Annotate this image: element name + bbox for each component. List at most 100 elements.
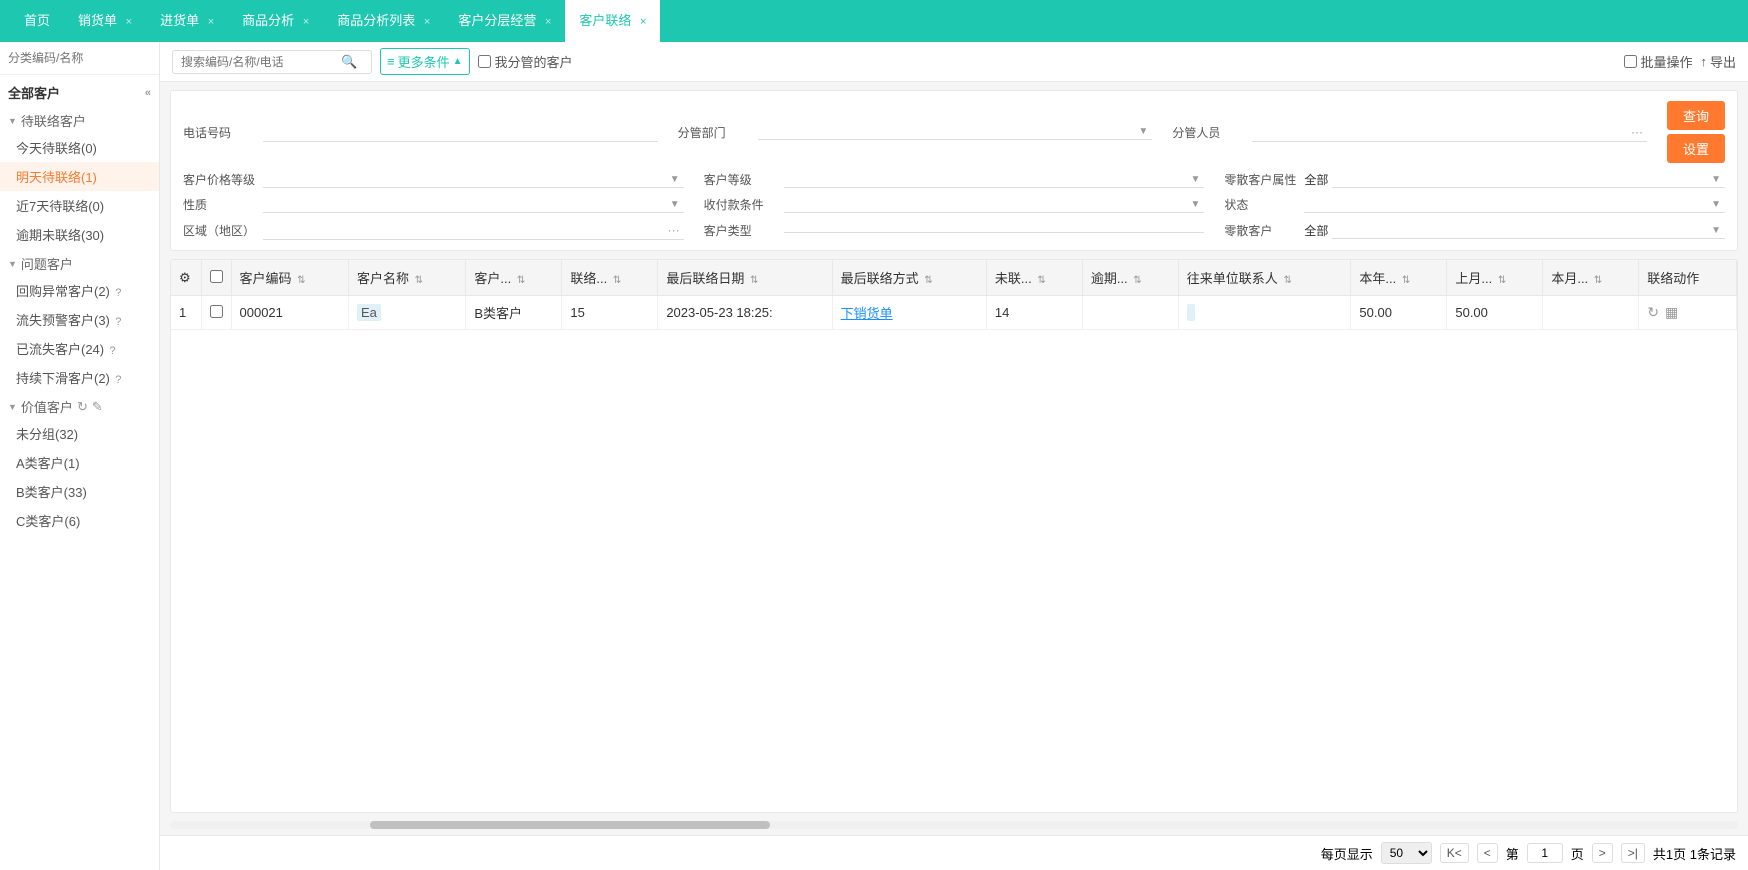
filter-customer-type-select[interactable] [784, 228, 1205, 233]
sort-icon-contact[interactable]: ⇅ [613, 275, 621, 286]
nav-item-sales[interactable]: 销货单 × [64, 0, 146, 42]
my-customers-checkbox-label[interactable]: 我分管的客户 [478, 52, 573, 71]
sort-icon-overdue[interactable]: ⇅ [1133, 275, 1141, 286]
chevron-down-icon-2: ▼ [670, 174, 680, 185]
sort-icon-year[interactable]: ⇅ [1402, 275, 1410, 286]
th-uncontacted: 未联... ⇅ [986, 260, 1082, 296]
filter-region-dots[interactable]: ··· [668, 223, 680, 237]
sort-icon-last-month[interactable]: ⇅ [1498, 275, 1506, 286]
page-number-input[interactable] [1527, 843, 1563, 863]
sidebar-item-abnormal[interactable]: 回购异常客户(2) ? [0, 276, 159, 305]
action-refresh-icon[interactable]: ↻ [1647, 304, 1659, 321]
th-contact-person: 往来单位联系人 ⇅ [1178, 260, 1351, 296]
top-nav: 首页 销货单 × 进货单 × 商品分析 × 商品分析列表 × 客户分层经营 × … [0, 0, 1748, 42]
th-settings[interactable]: ⚙ [171, 260, 201, 296]
filter-gender-select[interactable]: ▼ [263, 197, 684, 213]
batch-checkbox[interactable] [1624, 55, 1637, 68]
filter-person-dots[interactable]: ··· [1631, 125, 1643, 139]
content: 🔍 ≡ 更多条件 ▲ 我分管的客户 批量操作 ↑ 导出 [160, 42, 1748, 870]
filter-more-btn[interactable]: ≡ 更多条件 ▲ [380, 48, 470, 75]
settings-icon[interactable]: ⚙ [179, 270, 191, 285]
sort-icon-this-month[interactable]: ⇅ [1594, 275, 1602, 286]
nav-item-customer-tier[interactable]: 客户分层经营 × [444, 0, 565, 42]
select-all-checkbox[interactable] [210, 270, 223, 283]
filter-phone-input[interactable] [263, 123, 658, 142]
next-page-btn[interactable]: > [1592, 843, 1613, 863]
sidebar-item-declining[interactable]: 持续下滑客户(2) ? [0, 363, 159, 392]
my-customers-checkbox[interactable] [478, 55, 491, 68]
batch-btn[interactable]: 批量操作 [1624, 52, 1692, 71]
sort-icon-date[interactable]: ⇅ [750, 275, 758, 286]
filter-person-select[interactable]: ··· [1252, 123, 1647, 142]
last-page-btn[interactable]: >| [1621, 843, 1645, 863]
export-btn[interactable]: ↑ 导出 [1700, 52, 1736, 71]
filter-retail-attr-select[interactable]: ▼ [1332, 172, 1725, 188]
nav-home[interactable]: 首页 [10, 0, 64, 42]
nav-close-customer-contact[interactable]: × [640, 16, 646, 28]
export-icon: ↑ [1700, 54, 1707, 69]
th-checkbox[interactable] [201, 260, 231, 296]
td-checkbox[interactable] [201, 296, 231, 330]
filter-customer-level-select[interactable]: ▼ [784, 172, 1205, 188]
first-page-btn[interactable]: K< [1440, 843, 1469, 863]
sidebar-problem-group: 问题客户 [0, 249, 159, 276]
chevron-down-icon-7: ▼ [1711, 199, 1721, 210]
nav-close-customer-tier[interactable]: × [545, 16, 551, 28]
sidebar-item-a-class[interactable]: A类客户(1) [0, 448, 159, 477]
nav-close-analysis-list[interactable]: × [424, 16, 430, 28]
sidebar-item-lost-warning[interactable]: 流失预警客户(3) ? [0, 305, 159, 334]
sidebar-item-overdue[interactable]: 逾期未联络(30) [0, 220, 159, 249]
chevron-down-icon-5: ▼ [670, 199, 680, 210]
query-button[interactable]: 查询 [1667, 101, 1725, 130]
sort-icon-uncontacted[interactable]: ⇅ [1037, 275, 1045, 286]
sort-icon-type[interactable]: ⇅ [517, 275, 525, 286]
nav-item-purchase[interactable]: 进货单 × [146, 0, 228, 42]
sort-icon-name[interactable]: ⇅ [415, 275, 423, 286]
filter-field-person: 分管人员 ··· [1172, 123, 1647, 142]
row-checkbox[interactable] [210, 305, 223, 318]
filter-dept-select[interactable]: ▼ [758, 124, 1153, 140]
sidebar-item-ungrouped[interactable]: 未分组(32) [0, 419, 159, 448]
page-size-select[interactable]: 50 100 200 [1381, 842, 1432, 864]
nav-item-customer-contact[interactable]: 客户联络 × [565, 0, 660, 42]
chevron-up-icon: ▲ [453, 56, 463, 67]
sidebar-item-b-class[interactable]: B类客户(33) [0, 477, 159, 506]
td-type: B类客户 [466, 296, 562, 330]
filter-field-retail-attr: 零散客户属性 全部 ▼ [1224, 171, 1725, 188]
filter-region-select[interactable]: ··· [263, 221, 684, 240]
nav-close-sales[interactable]: × [126, 16, 132, 28]
sidebar-collapse-icon: « [145, 87, 151, 99]
toolbar-search-icon[interactable]: 🔍 [341, 54, 357, 70]
filter-status-select[interactable]: ▼ [1304, 197, 1725, 213]
prev-page-btn[interactable]: < [1477, 843, 1498, 863]
filter-retail-customer-select[interactable]: ▼ [1332, 223, 1725, 239]
sidebar-item-tomorrow[interactable]: 明天待联络(1) [0, 162, 159, 191]
sort-icon-method[interactable]: ⇅ [924, 275, 932, 286]
filter-field-customer-type: 客户类型 [704, 222, 1205, 239]
filter-payment-select[interactable]: ▼ [784, 197, 1205, 213]
sidebar-item-today[interactable]: 今天待联络(0) [0, 133, 159, 162]
nav-close-purchase[interactable]: × [208, 16, 214, 28]
sidebar-item-7days[interactable]: 近7天待联络(0) [0, 191, 159, 220]
nav-item-analysis[interactable]: 商品分析 × [228, 0, 323, 42]
horizontal-scrollbar[interactable] [170, 821, 1738, 829]
sort-icon-code[interactable]: ⇅ [297, 275, 305, 286]
toolbar-search-input[interactable] [181, 55, 341, 69]
th-this-year: 本年... ⇅ [1351, 260, 1447, 296]
td-overdue [1082, 296, 1178, 330]
sidebar-item-lost[interactable]: 已流失客户(24) ? [0, 334, 159, 363]
sidebar-search-input[interactable] [8, 51, 160, 65]
td-last-method[interactable]: 下销货单 [832, 296, 986, 330]
setting-button[interactable]: 设置 [1667, 134, 1725, 163]
nav-item-analysis-list[interactable]: 商品分析列表 × [323, 0, 444, 42]
sort-icon-person[interactable]: ⇅ [1283, 275, 1291, 286]
action-grid-icon[interactable]: ▦ [1665, 304, 1678, 321]
filter-field-dept: 分管部门 ▼ [678, 124, 1153, 141]
sidebar-all-customers[interactable]: 全部客户 « [0, 75, 159, 106]
td-this-year: 50.00 [1351, 296, 1447, 330]
scrollbar-thumb[interactable] [370, 821, 770, 829]
filter-price-level-select[interactable]: ▼ [263, 172, 684, 188]
filter-row-1: 电话号码 分管部门 ▼ 分管人员 ··· [183, 101, 1725, 163]
sidebar-item-c-class[interactable]: C类客户(6) [0, 506, 159, 535]
nav-close-analysis[interactable]: × [303, 16, 309, 28]
